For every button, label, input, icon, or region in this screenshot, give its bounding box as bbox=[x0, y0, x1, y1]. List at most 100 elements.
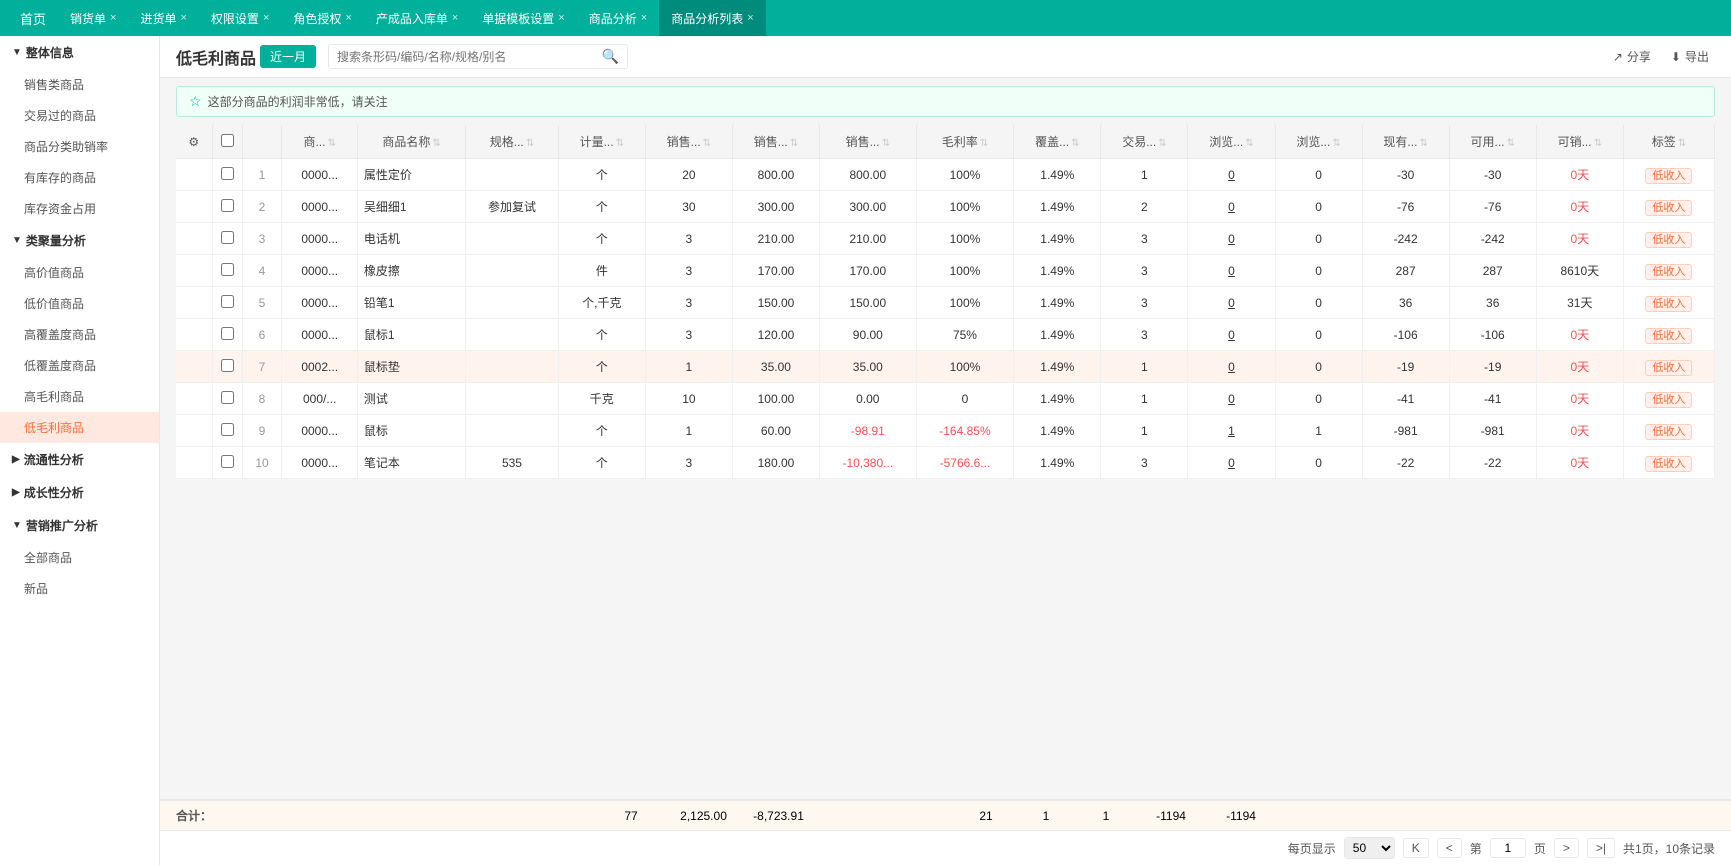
col-header-settings[interactable]: ⚙ bbox=[176, 125, 212, 159]
row-browse1[interactable]: 0 bbox=[1188, 351, 1275, 383]
sidebar-item-category-rate[interactable]: 商品分类助销率 bbox=[0, 131, 159, 162]
prev-page-button[interactable]: < bbox=[1437, 838, 1462, 858]
sidebar-item-low-value[interactable]: 低价值商品 bbox=[0, 288, 159, 319]
row-sales-price: 60.00 bbox=[732, 415, 819, 447]
row-checkbox[interactable] bbox=[221, 455, 234, 468]
nav-permission-settings[interactable]: 权限设置 × bbox=[199, 0, 281, 36]
row-browse1[interactable]: 0 bbox=[1188, 383, 1275, 415]
row-checkbox[interactable] bbox=[221, 167, 234, 180]
nav-close-sales[interactable]: × bbox=[110, 12, 116, 24]
sidebar-item-high-value[interactable]: 高价值商品 bbox=[0, 257, 159, 288]
col-header-gross-rate[interactable]: 毛利率⇅ bbox=[916, 125, 1014, 159]
col-header-qty[interactable]: 销售...⇅ bbox=[645, 125, 732, 159]
nav-close-product-entry[interactable]: × bbox=[452, 12, 458, 24]
nav-close-permission[interactable]: × bbox=[263, 12, 269, 24]
nav-product-analysis-list[interactable]: 商品分析列表 × bbox=[659, 0, 765, 36]
row-checkbox-cell[interactable] bbox=[212, 447, 242, 479]
share-button[interactable]: ↗ 分享 bbox=[1607, 45, 1657, 68]
nav-close-role[interactable]: × bbox=[345, 12, 351, 24]
row-browse1[interactable]: 0 bbox=[1188, 287, 1275, 319]
col-header-sales-profit[interactable]: 销售...⇅ bbox=[819, 125, 916, 159]
select-all-checkbox[interactable] bbox=[221, 134, 234, 147]
row-browse1[interactable]: 0 bbox=[1188, 255, 1275, 287]
col-header-avail[interactable]: 可用...⇅ bbox=[1449, 125, 1536, 159]
nav-sales-order[interactable]: 销货单 × bbox=[58, 0, 128, 36]
search-icon[interactable]: 🔍 bbox=[602, 48, 619, 65]
row-checkbox[interactable] bbox=[221, 391, 234, 404]
nav-close-template[interactable]: × bbox=[558, 12, 564, 24]
nav-home[interactable]: 首页 bbox=[8, 0, 58, 36]
next-page-button[interactable]: > bbox=[1554, 838, 1579, 858]
row-checkbox-cell[interactable] bbox=[212, 191, 242, 223]
time-filter-button[interactable]: 近一月 bbox=[260, 45, 316, 68]
row-browse1[interactable]: 0 bbox=[1188, 223, 1275, 255]
row-browse1[interactable]: 0 bbox=[1188, 191, 1275, 223]
sidebar-item-traded-products[interactable]: 交易过的商品 bbox=[0, 100, 159, 131]
col-header-spec[interactable]: 规格...⇅ bbox=[466, 125, 559, 159]
sidebar-group-marketing[interactable]: ▼ 营销推广分析 bbox=[0, 509, 159, 542]
nav-close-analysis-list[interactable]: × bbox=[747, 12, 753, 24]
row-browse1[interactable]: 0 bbox=[1188, 447, 1275, 479]
row-checkbox-cell[interactable] bbox=[212, 319, 242, 351]
col-header-browse1[interactable]: 浏览...⇅ bbox=[1188, 125, 1275, 159]
sidebar-item-all-products[interactable]: 全部商品 bbox=[0, 542, 159, 573]
row-checkbox-cell[interactable] bbox=[212, 255, 242, 287]
search-input[interactable] bbox=[337, 50, 602, 64]
col-header-stock[interactable]: 现有...⇅ bbox=[1362, 125, 1449, 159]
col-header-name[interactable]: 商品名称⇅ bbox=[357, 125, 465, 159]
row-checkbox[interactable] bbox=[221, 263, 234, 276]
sidebar-item-low-margin[interactable]: 低毛利商品 bbox=[0, 412, 159, 443]
sort-icon-6: ⇅ bbox=[790, 138, 798, 149]
row-checkbox-cell[interactable] bbox=[212, 159, 242, 191]
row-checkbox[interactable] bbox=[221, 295, 234, 308]
row-checkbox-cell[interactable] bbox=[212, 351, 242, 383]
sidebar-item-low-coverage[interactable]: 低覆盖度商品 bbox=[0, 350, 159, 381]
row-browse1[interactable]: 0 bbox=[1188, 319, 1275, 351]
row-saleable: 8610天 bbox=[1536, 255, 1623, 287]
export-button[interactable]: ⬇ 导出 bbox=[1665, 45, 1715, 68]
sidebar-group-cluster[interactable]: ▼ 类聚量分析 bbox=[0, 224, 159, 257]
col-header-unit[interactable]: 计量...⇅ bbox=[558, 125, 645, 159]
row-checkbox-cell[interactable] bbox=[212, 223, 242, 255]
sidebar-item-stock-capital[interactable]: 库存资金占用 bbox=[0, 193, 159, 224]
page-size-select[interactable]: 50 100 200 bbox=[1344, 837, 1395, 859]
row-checkbox[interactable] bbox=[221, 199, 234, 212]
page-number-input[interactable] bbox=[1490, 838, 1526, 858]
sidebar-item-high-coverage[interactable]: 高覆盖度商品 bbox=[0, 319, 159, 350]
row-checkbox[interactable] bbox=[221, 359, 234, 372]
row-checkbox[interactable] bbox=[221, 327, 234, 340]
col-header-checkbox[interactable] bbox=[212, 125, 242, 159]
col-header-cover-rate[interactable]: 覆盖...⇅ bbox=[1014, 125, 1101, 159]
sidebar-item-sales-products[interactable]: 销售类商品 bbox=[0, 69, 159, 100]
row-browse1[interactable]: 0 bbox=[1188, 159, 1275, 191]
sidebar-group-growth[interactable]: ▶ 成长性分析 bbox=[0, 476, 159, 509]
last-page-button[interactable]: >| bbox=[1587, 838, 1615, 858]
row-sales-price: 170.00 bbox=[732, 255, 819, 287]
row-settings bbox=[176, 415, 212, 447]
nav-template-settings[interactable]: 单据模板设置 × bbox=[470, 0, 576, 36]
nav-product-entry[interactable]: 产成品入库单 × bbox=[364, 0, 470, 36]
col-header-browse2[interactable]: 浏览...⇅ bbox=[1275, 125, 1362, 159]
col-header-trade[interactable]: 交易...⇅ bbox=[1101, 125, 1188, 159]
nav-close-purchase[interactable]: × bbox=[180, 12, 186, 24]
first-page-button[interactable]: K bbox=[1403, 838, 1429, 858]
col-header-code[interactable]: 商...⇅ bbox=[282, 125, 357, 159]
col-header-sales-price[interactable]: 销售...⇅ bbox=[732, 125, 819, 159]
col-header-tag[interactable]: 标签⇅ bbox=[1623, 125, 1714, 159]
row-browse1[interactable]: 1 bbox=[1188, 415, 1275, 447]
sidebar-item-high-margin[interactable]: 高毛利商品 bbox=[0, 381, 159, 412]
row-checkbox[interactable] bbox=[221, 423, 234, 436]
sidebar-group-overall[interactable]: ▼ 整体信息 bbox=[0, 36, 159, 69]
row-checkbox[interactable] bbox=[221, 231, 234, 244]
row-checkbox-cell[interactable] bbox=[212, 287, 242, 319]
nav-role-auth[interactable]: 角色授权 × bbox=[281, 0, 363, 36]
sidebar-item-new-products[interactable]: 新品 bbox=[0, 573, 159, 604]
nav-close-analysis[interactable]: × bbox=[641, 12, 647, 24]
sidebar-item-stocked-products[interactable]: 有库存的商品 bbox=[0, 162, 159, 193]
nav-purchase-order[interactable]: 进货单 × bbox=[128, 0, 198, 36]
row-checkbox-cell[interactable] bbox=[212, 383, 242, 415]
nav-product-analysis[interactable]: 商品分析 × bbox=[577, 0, 659, 36]
sidebar-group-circulation[interactable]: ▶ 流通性分析 bbox=[0, 443, 159, 476]
col-header-saleable[interactable]: 可销...⇅ bbox=[1536, 125, 1623, 159]
row-checkbox-cell[interactable] bbox=[212, 415, 242, 447]
